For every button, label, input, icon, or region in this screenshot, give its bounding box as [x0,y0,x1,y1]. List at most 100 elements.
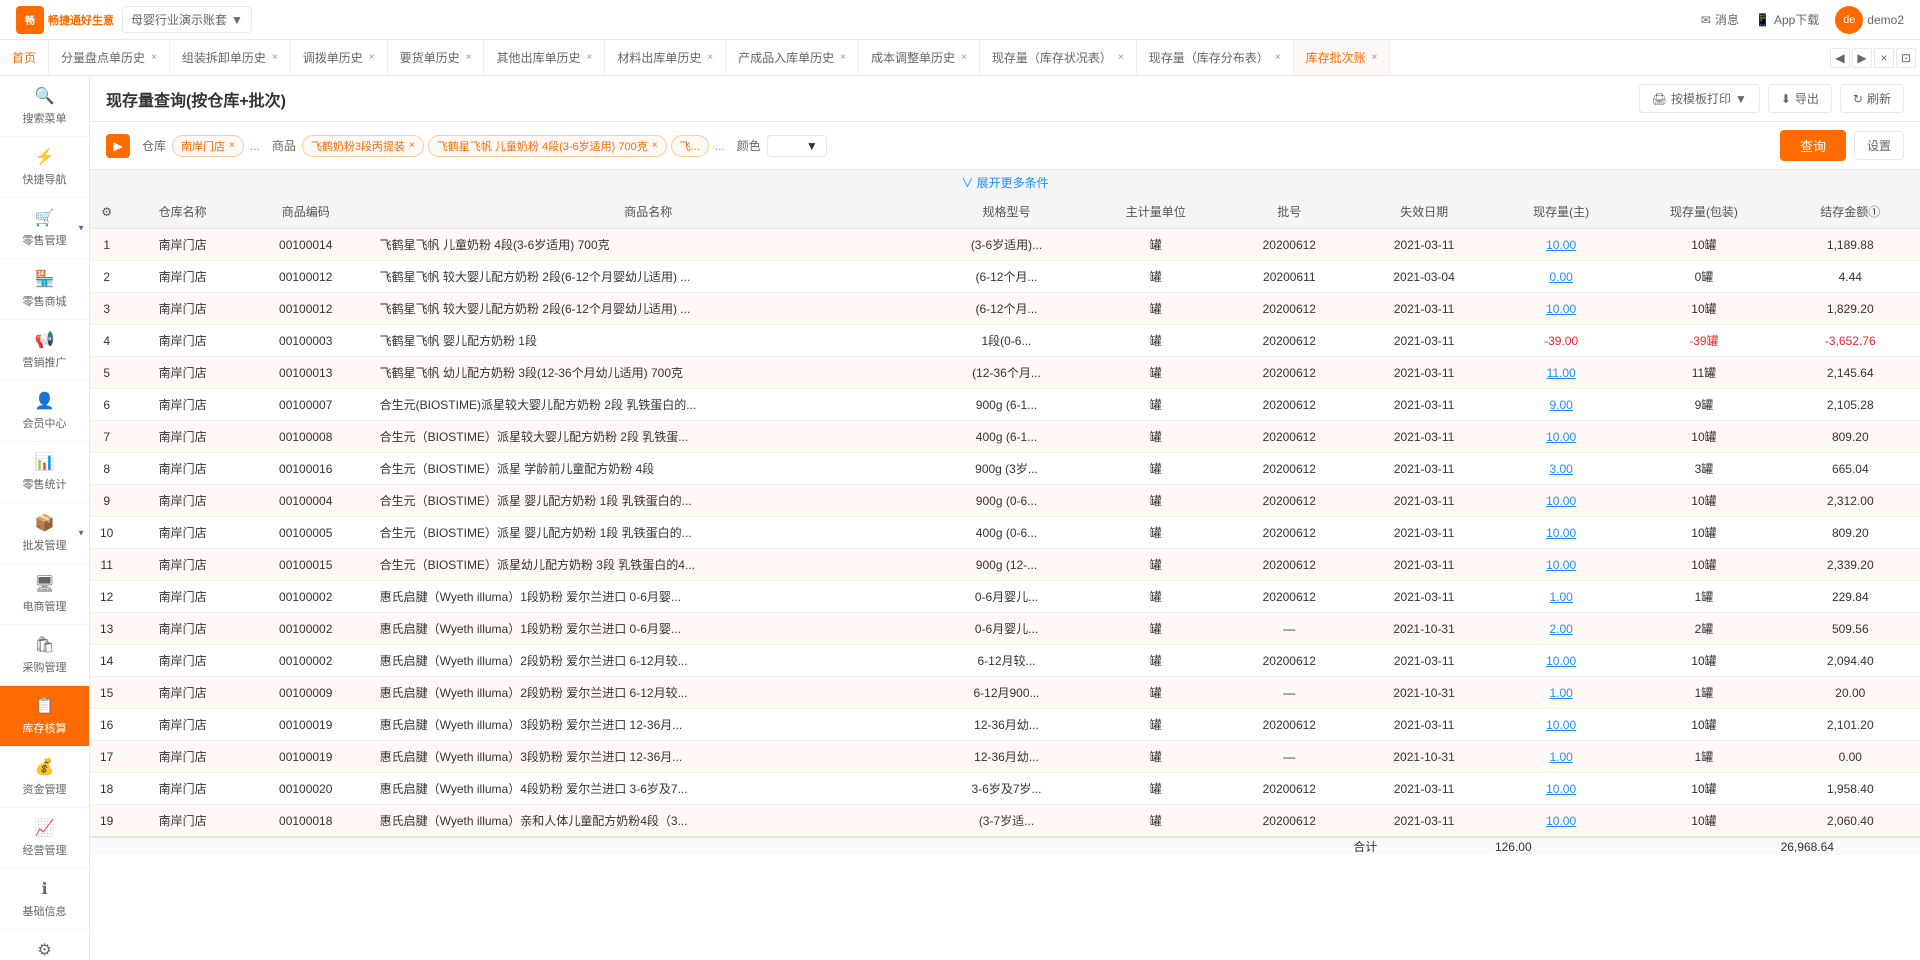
refresh-button[interactable]: ↻ 刷新 [1840,84,1904,113]
sidebar-item-search[interactable]: 🔍 搜索菜单 [0,76,89,137]
sidebar-item-system[interactable]: ⚙ 系统管理 [0,930,89,960]
sidebar-item-quick-nav[interactable]: ⚡ 快捷导航 [0,137,89,198]
product-filter-label: 商品 [272,137,296,154]
close-icon[interactable]: × [369,52,375,63]
product-tag-2[interactable]: 飞鹤星飞帆 儿童奶粉 4段(3-6岁适用) 700克 × [428,135,667,157]
sidebar-item-ecommerce[interactable]: 🖥 电商管理 [0,564,89,625]
warehouse-tag-nanan[interactable]: 南岸门店 × [172,135,244,157]
tab-matout[interactable]: 材料出库单历史 × [605,40,726,76]
close-icon[interactable]: × [961,52,967,63]
close-icon[interactable]: × [586,52,592,63]
filter-collapse-button[interactable]: ▶ [106,134,130,158]
sidebar-item-retail-mall[interactable]: 🏪 零售商城 [0,259,89,320]
row-no: 10 [90,517,123,549]
row-no: 18 [90,773,123,805]
product-tag-1[interactable]: 飞鹤奶粉3段丙提装 × [302,135,424,157]
sidebar-item-basicinfo[interactable]: ℹ 基础信息 [0,869,89,930]
product-tag-1-remove[interactable]: × [409,140,415,151]
nav-menu-arrow[interactable]: ⊡ [1896,48,1916,68]
row-qty-main[interactable]: 10.00 [1495,293,1627,325]
row-qty-main[interactable]: 10.00 [1495,421,1627,453]
row-qty-main[interactable]: 1.00 [1495,581,1627,613]
sidebar-item-retail-mgmt[interactable]: 🛒 零售管理 [0,198,89,259]
row-qty-main[interactable]: 10.00 [1495,485,1627,517]
row-batch: 20200612 [1225,485,1353,517]
tab-stock-dist[interactable]: 现存量（库存分布表） × [1137,40,1294,76]
row-qty-main[interactable]: 10.00 [1495,805,1627,838]
row-name: 合生元（BIOSTIME）派星幼儿配方奶粉 3段 乳铁蛋白的4... [370,549,927,581]
row-qty-main[interactable]: 3.00 [1495,453,1627,485]
row-qty-main[interactable]: 1.00 [1495,741,1627,773]
row-qty-main[interactable]: 10.00 [1495,229,1627,261]
setting-button[interactable]: 设置 [1854,131,1904,160]
tab-diaob[interactable]: 调拨单历史 × [291,40,388,76]
row-qty-main[interactable]: 10.00 [1495,709,1627,741]
app-download-button[interactable]: 📱 App下载 [1755,11,1819,28]
sidebar-item-marketing[interactable]: 📢 营销推广 [0,320,89,381]
user-profile[interactable]: de demo2 [1835,6,1904,34]
nav-next-arrow[interactable]: ▶ [1852,48,1872,68]
product-tag-2-remove[interactable]: × [652,140,658,151]
row-qty-pkg: 10罐 [1627,805,1780,838]
sidebar-item-inventory[interactable]: 📋 库存核算 [0,686,89,747]
tab-home[interactable]: 首页 [0,40,49,76]
product-tag-more[interactable]: 飞... [671,135,709,157]
nav-close-arrow[interactable]: × [1874,48,1894,68]
tab-prodin[interactable]: 产成品入库单历史 × [726,40,859,76]
expand-more-button[interactable]: ∨ 展开更多条件 [90,170,1920,195]
row-qty-main[interactable]: 1.00 [1495,677,1627,709]
row-qty-main[interactable]: 10.00 [1495,645,1627,677]
tab-stock-status[interactable]: 现存量（库存状况表） × [980,40,1137,76]
tab-zuhe[interactable]: 组装拆卸单历史 × [170,40,291,76]
row-qty-main[interactable]: 0.00 [1495,261,1627,293]
summary-qty-main: 126.00 [1495,837,1627,855]
row-qty-main[interactable]: -39.00 [1495,325,1627,357]
sidebar-item-wholesale[interactable]: 📦 批发管理 [0,503,89,564]
sidebar-item-operations[interactable]: 📈 经营管理 [0,808,89,869]
sidebar-item-finance[interactable]: 💰 资金管理 [0,747,89,808]
row-qty-pkg: -39罐 [1627,325,1780,357]
sidebar-item-member[interactable]: 👤 会员中心 [0,381,89,442]
tab-otherout[interactable]: 其他出库单历史 × [484,40,605,76]
close-icon[interactable]: × [1118,52,1124,63]
query-button[interactable]: 查询 [1780,130,1846,161]
close-icon[interactable]: × [272,52,278,63]
tab-fenliang[interactable]: 分量盘点单历史 × [49,40,170,76]
export-button[interactable]: ⬇ 导出 [1768,84,1832,113]
product-filter-more[interactable]: ... [715,139,725,153]
col-amount: 结存金额① [1781,195,1920,229]
table-row: 5 南岸门店 00100013 飞鹤星飞帆 幼儿配方奶粉 3段(12-36个月幼… [90,357,1920,389]
download-icon: 📱 [1755,13,1770,27]
row-qty-main[interactable]: 10.00 [1495,517,1627,549]
table-row: 3 南岸门店 00100012 飞鹤星飞帆 较大婴儿配方奶粉 2段(6-12个月… [90,293,1920,325]
close-icon[interactable]: × [466,52,472,63]
close-icon[interactable]: × [1372,52,1378,63]
row-qty-main[interactable]: 11.00 [1495,357,1627,389]
row-unit: 罐 [1086,613,1225,645]
color-filter-dropdown[interactable]: ▼ [767,135,827,157]
close-icon[interactable]: × [1275,52,1281,63]
row-amount: 4.44 [1781,261,1920,293]
warehouse-filter-more[interactable]: ... [250,139,260,153]
company-selector[interactable]: 母婴行业演示账套 ▼ [122,6,252,33]
row-qty-main[interactable]: 10.00 [1495,773,1627,805]
warehouse-tag-remove[interactable]: × [229,140,235,151]
close-icon[interactable]: × [840,52,846,63]
close-icon[interactable]: × [707,52,713,63]
tab-costadj[interactable]: 成本调整单历史 × [859,40,980,76]
nav-prev-arrow[interactable]: ◀ [1830,48,1850,68]
tab-yaohuo[interactable]: 要货单历史 × [388,40,485,76]
row-qty-main[interactable]: 10.00 [1495,549,1627,581]
col-name: 商品名称 [370,195,927,229]
row-warehouse: 南岸门店 [123,549,241,581]
row-qty-main[interactable]: 2.00 [1495,613,1627,645]
sidebar-item-retail-stats[interactable]: 📊 零售统计 [0,442,89,503]
sidebar-item-purchase[interactable]: 🛍 采购管理 [0,625,89,686]
row-unit: 罐 [1086,677,1225,709]
row-qty-main[interactable]: 9.00 [1495,389,1627,421]
message-button[interactable]: ✉ 消息 [1701,11,1739,28]
col-settings[interactable]: ⚙ [90,195,123,229]
template-print-button[interactable]: 🖨 按模板打印 ▼ [1639,84,1760,113]
close-icon[interactable]: × [151,52,157,63]
tab-stock-batch[interactable]: 库存批次账 × [1294,40,1391,76]
